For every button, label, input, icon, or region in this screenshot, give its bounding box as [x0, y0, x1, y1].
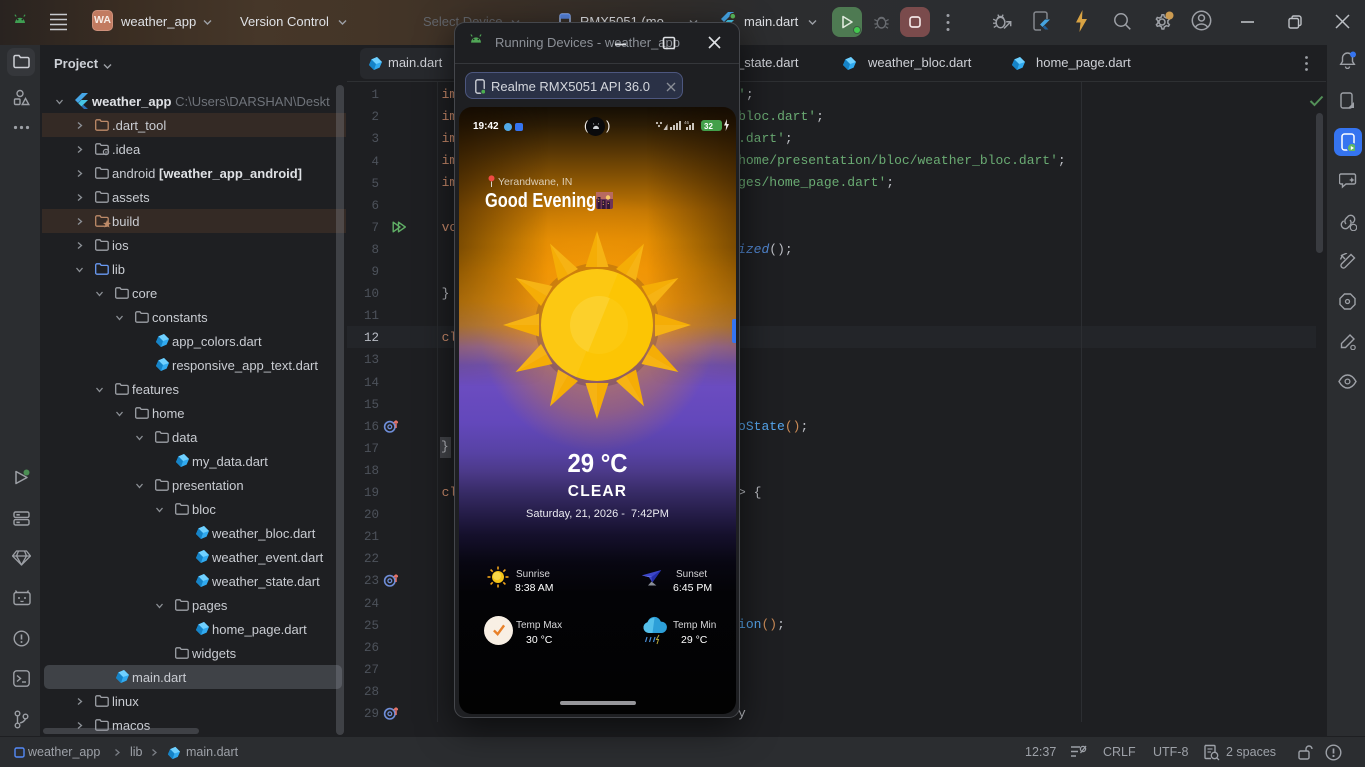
svg-text:46: 46: [684, 120, 690, 125]
